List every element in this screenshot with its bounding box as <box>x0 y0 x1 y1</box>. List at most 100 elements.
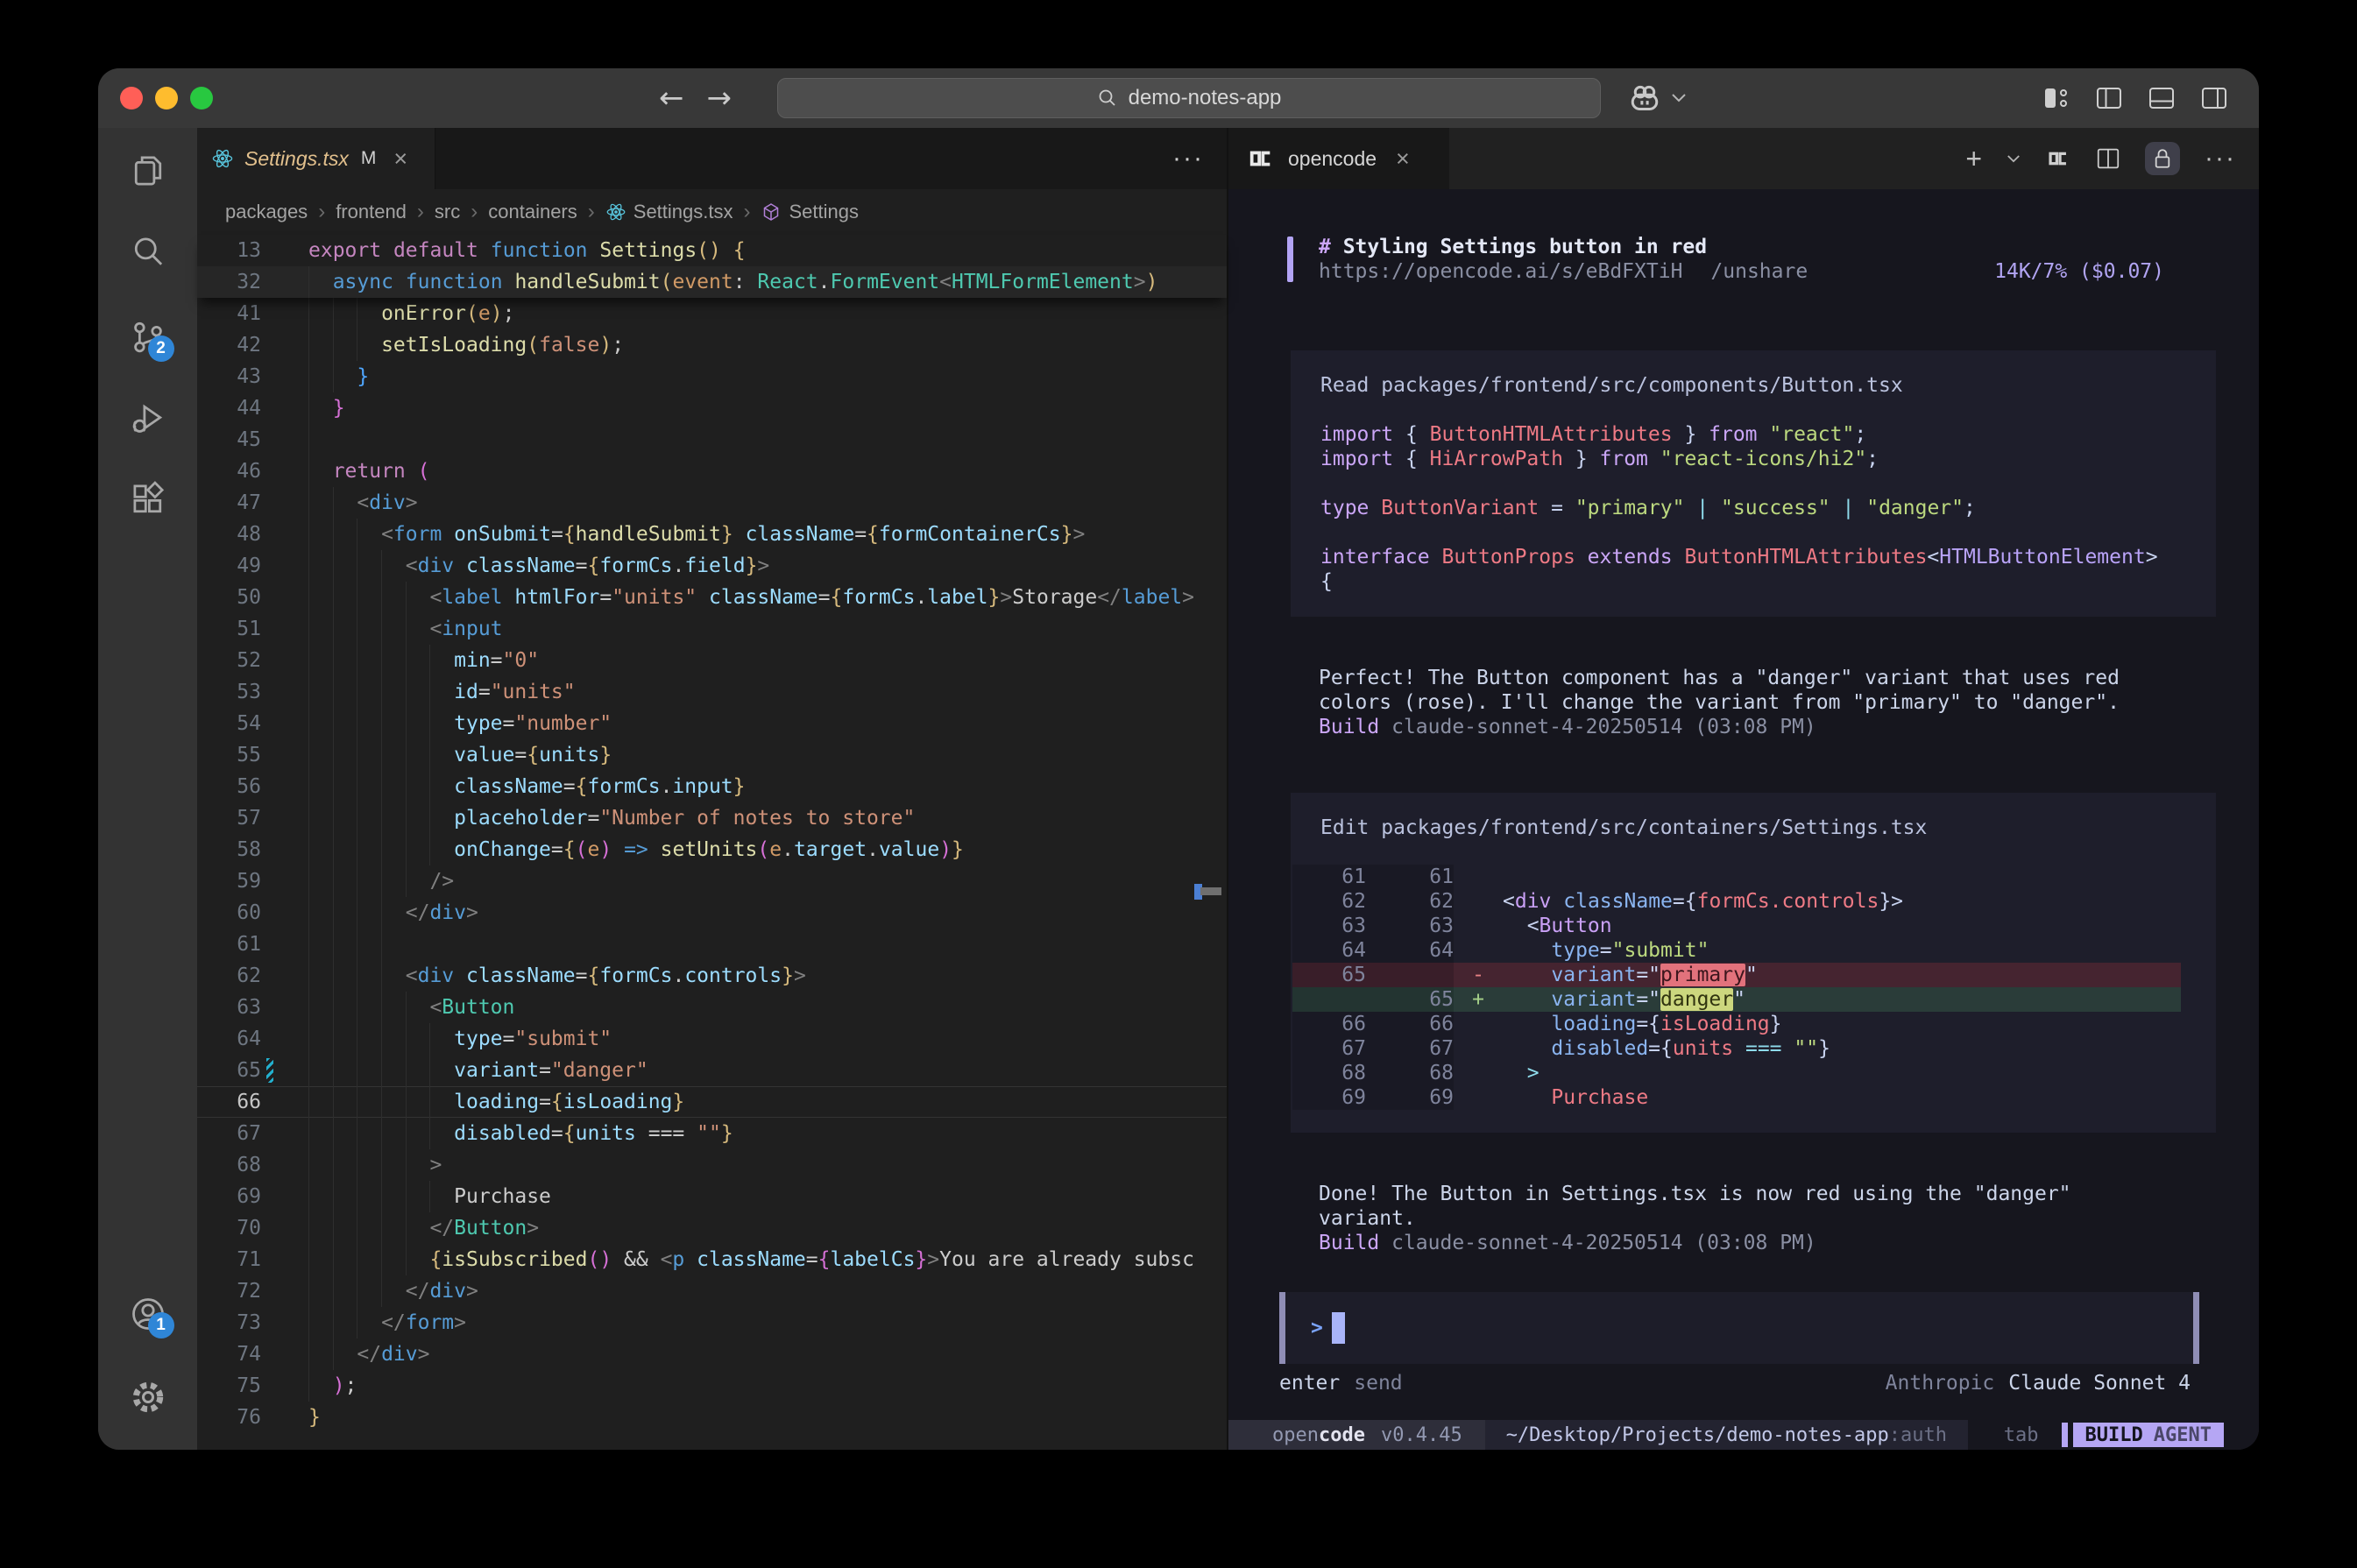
lock-icon[interactable] <box>2145 142 2180 175</box>
customize-layout-icon[interactable] <box>2043 87 2070 109</box>
code-line[interactable]: 62<div className={formCs.controls}> <box>197 960 1227 992</box>
line-number[interactable]: 75 <box>197 1370 261 1402</box>
line-number[interactable]: 66 <box>197 1086 261 1118</box>
code-line[interactable]: 59/> <box>197 865 1227 897</box>
code-line[interactable]: 51<input <box>197 613 1227 645</box>
line-number[interactable]: 53 <box>197 676 261 708</box>
code-line[interactable]: 69Purchase <box>197 1181 1227 1212</box>
close-window-button[interactable] <box>120 87 143 109</box>
line-number[interactable]: 55 <box>197 739 261 771</box>
line-number[interactable]: 60 <box>197 897 261 929</box>
opencode-action-icon[interactable] <box>2045 147 2071 170</box>
line-number[interactable]: 47 <box>197 487 261 519</box>
toggle-panel-icon[interactable] <box>2148 87 2175 109</box>
code-line[interactable]: 42setIsLoading(false); <box>197 329 1227 361</box>
line-number[interactable]: 49 <box>197 550 261 582</box>
code-line[interactable]: 68> <box>197 1149 1227 1181</box>
sticky-line[interactable]: 13export default function Settings() { <box>197 235 1227 266</box>
breadcrumb-item-containers[interactable]: containers <box>488 201 577 223</box>
line-number[interactable]: 48 <box>197 519 261 550</box>
unshare-command[interactable]: /unshare <box>1710 259 1808 284</box>
toggle-primary-sidebar-icon[interactable] <box>2096 87 2122 109</box>
back-arrow-icon[interactable]: ← <box>659 81 684 116</box>
model-label[interactable]: Claude Sonnet 4 <box>2008 1371 2191 1395</box>
scrollbar-marker[interactable] <box>1200 887 1221 895</box>
breadcrumb-item-settings[interactable]: Settings <box>761 201 859 223</box>
tab-opencode[interactable]: opencode × <box>1228 128 1449 189</box>
line-number[interactable]: 46 <box>197 456 261 487</box>
code-line[interactable]: 60</div> <box>197 897 1227 929</box>
code-line[interactable]: 64type="submit" <box>197 1023 1227 1055</box>
source-control-icon[interactable]: 2 <box>129 318 167 357</box>
close-panel-tab-icon[interactable]: × <box>1396 145 1410 173</box>
agent-badge[interactable]: BUILD AGENT <box>2073 1423 2224 1447</box>
line-number[interactable]: 67 <box>197 1118 261 1149</box>
search-sidebar-icon[interactable] <box>129 233 167 272</box>
explorer-icon[interactable] <box>129 152 167 190</box>
code-line[interactable]: 58onChange={(e) => setUnits(e.target.val… <box>197 834 1227 865</box>
line-number[interactable]: 13 <box>197 235 261 266</box>
provider-label[interactable]: Anthropic <box>1886 1371 1995 1395</box>
close-tab-icon[interactable]: × <box>393 145 407 173</box>
code-line[interactable]: 57placeholder="Number of notes to store" <box>197 802 1227 834</box>
line-number[interactable]: 71 <box>197 1244 261 1275</box>
code-line[interactable]: 74</div> <box>197 1338 1227 1370</box>
accounts-icon[interactable]: 1 <box>129 1295 167 1333</box>
code-area[interactable]: 41onError(e);42setIsLoading(false);43}44… <box>197 298 1227 1450</box>
line-number[interactable]: 73 <box>197 1307 261 1338</box>
panel-more-icon[interactable]: ··· <box>2205 144 2236 173</box>
line-number[interactable]: 54 <box>197 708 261 739</box>
line-number[interactable]: 45 <box>197 424 261 456</box>
forward-arrow-icon[interactable]: → <box>707 81 733 116</box>
code-line[interactable]: 63<Button <box>197 992 1227 1023</box>
line-number[interactable]: 62 <box>197 960 261 992</box>
line-number[interactable]: 43 <box>197 361 261 392</box>
read-tool-title[interactable]: Read packages/frontend/src/components/Bu… <box>1320 373 2216 398</box>
code-line[interactable]: 65variant="danger" <box>197 1055 1227 1086</box>
code-line[interactable]: 46return ( <box>197 456 1227 487</box>
zoom-window-button[interactable] <box>190 87 213 109</box>
code-line[interactable]: 48<form onSubmit={handleSubmit} classNam… <box>197 519 1227 550</box>
code-line[interactable]: 41onError(e); <box>197 298 1227 329</box>
line-number[interactable]: 32 <box>197 266 261 298</box>
code-line[interactable]: 70</Button> <box>197 1212 1227 1244</box>
line-number[interactable]: 52 <box>197 645 261 676</box>
sticky-line[interactable]: 32async function handleSubmit(event: Rea… <box>197 266 1227 298</box>
edit-tool-title[interactable]: Edit packages/frontend/src/containers/Se… <box>1320 816 2216 840</box>
code-line[interactable]: 53id="units" <box>197 676 1227 708</box>
line-number[interactable]: 50 <box>197 582 261 613</box>
code-line[interactable]: 61 <box>197 929 1227 960</box>
prompt-input[interactable]: > <box>1279 1292 2199 1364</box>
line-number[interactable]: 68 <box>197 1149 261 1181</box>
code-line[interactable]: 43} <box>197 361 1227 392</box>
breadcrumb-item-packages[interactable]: packages <box>225 201 308 223</box>
line-number[interactable]: 65 <box>197 1055 261 1086</box>
tab-settings-tsx[interactable]: Settings.tsx M × <box>197 128 435 189</box>
code-line[interactable]: 52min="0" <box>197 645 1227 676</box>
settings-gear-icon[interactable] <box>129 1378 167 1416</box>
breadcrumb-item-frontend[interactable]: frontend <box>336 201 407 223</box>
command-center-search[interactable]: demo-notes-app <box>777 78 1601 118</box>
line-number[interactable]: 58 <box>197 834 261 865</box>
line-number[interactable]: 57 <box>197 802 261 834</box>
line-number[interactable]: 69 <box>197 1181 261 1212</box>
split-terminal-icon[interactable] <box>2096 147 2120 170</box>
copilot-menu[interactable] <box>1627 81 1687 116</box>
line-number[interactable]: 59 <box>197 865 261 897</box>
code-line[interactable]: 49<div className={formCs.field}> <box>197 550 1227 582</box>
code-line[interactable]: 71{isSubscribed() && <p className={label… <box>197 1244 1227 1275</box>
run-debug-icon[interactable] <box>129 399 167 438</box>
line-number[interactable]: 41 <box>197 298 261 329</box>
code-line[interactable]: 45 <box>197 424 1227 456</box>
code-line[interactable]: 50<label htmlFor="units" className={form… <box>197 582 1227 613</box>
code-line[interactable]: 56className={formCs.input} <box>197 771 1227 802</box>
terminal-dropdown-icon[interactable] <box>2007 154 2021 164</box>
breadcrumb-item-settings-tsx[interactable]: Settings.tsx <box>605 201 733 223</box>
line-number[interactable]: 44 <box>197 392 261 424</box>
opencode-terminal[interactable]: # Styling Settings button in red https:/… <box>1228 189 2259 1450</box>
toggle-secondary-sidebar-icon[interactable] <box>2201 87 2227 109</box>
code-line[interactable]: 66loading={isLoading} <box>197 1086 1227 1118</box>
line-number[interactable]: 61 <box>197 929 261 960</box>
line-number[interactable]: 51 <box>197 613 261 645</box>
code-line[interactable]: 55value={units} <box>197 739 1227 771</box>
